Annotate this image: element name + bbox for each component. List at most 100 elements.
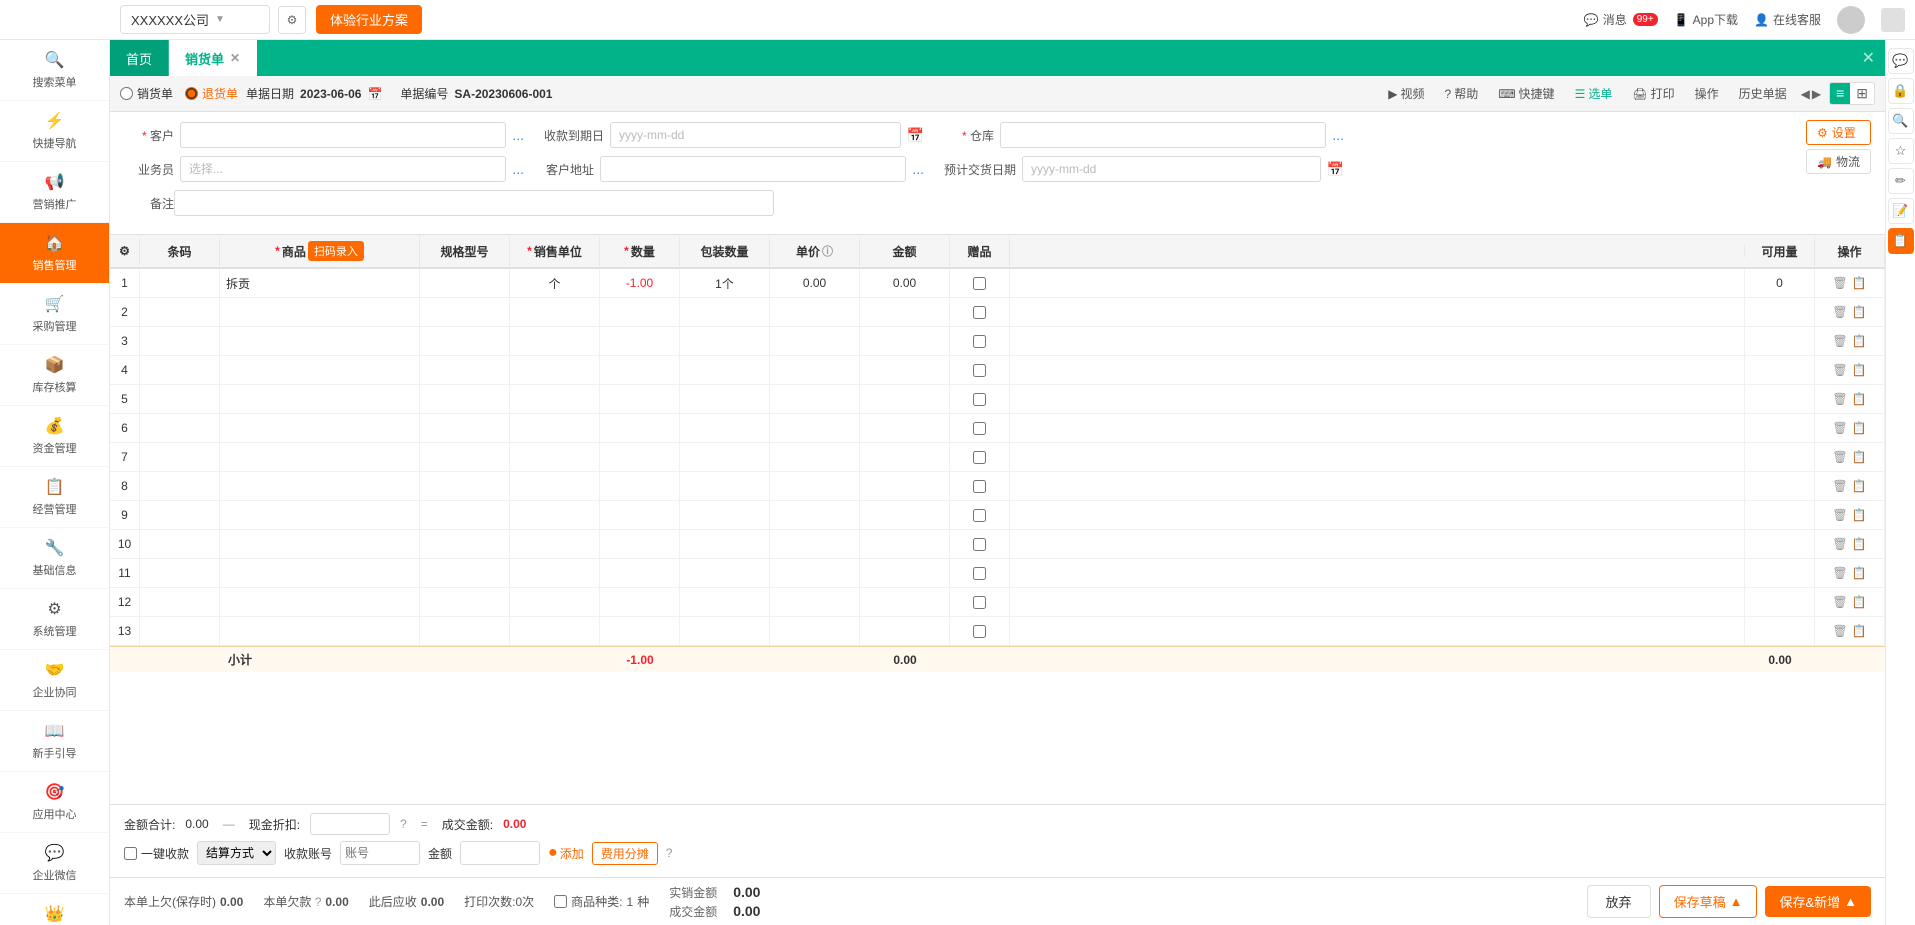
delivery-date-calendar-icon[interactable]: 📅	[1327, 161, 1344, 178]
copy-row-icon[interactable]: 📋	[1852, 566, 1867, 580]
delivery-date-input[interactable]	[1022, 156, 1321, 182]
next-icon[interactable]: ▶	[1812, 87, 1821, 101]
copy-row-icon[interactable]: 📋	[1852, 537, 1867, 551]
grid-view-btn[interactable]: ⊞	[1850, 83, 1874, 104]
row-gift[interactable]	[950, 501, 1010, 529]
delete-row-icon[interactable]: 🗑	[1832, 450, 1847, 464]
gift-checkbox[interactable]	[973, 596, 986, 609]
float-btn-7[interactable]: 📋	[1888, 228, 1914, 254]
row-gift[interactable]	[950, 298, 1010, 326]
tab-sales-order[interactable]: 销货单 ✕	[169, 40, 257, 76]
delete-row-icon[interactable]: 🗑	[1832, 276, 1847, 290]
row-gift[interactable]	[950, 559, 1010, 587]
sidebar-item-finance[interactable]: 💰 资金管理	[0, 406, 109, 467]
row-gift[interactable]	[950, 356, 1010, 384]
float-btn-1[interactable]: 💬	[1888, 48, 1914, 74]
row-gift[interactable]	[950, 617, 1010, 645]
abandon-btn[interactable]: 放弃	[1587, 885, 1651, 918]
gift-checkbox[interactable]	[973, 364, 986, 377]
sidebar-item-marketing[interactable]: 📢 营销推广	[0, 162, 109, 223]
operate-btn[interactable]: 操作	[1689, 82, 1725, 105]
history-btn[interactable]: 历史单据	[1733, 82, 1793, 105]
company-selector[interactable]: XXXXXX公司 ▼	[120, 5, 270, 34]
float-btn-3[interactable]: 🔍	[1888, 108, 1914, 134]
video-btn[interactable]: ▶ 视频	[1382, 82, 1430, 105]
scan-btn[interactable]: 扫码录入	[308, 241, 364, 261]
return-order-radio[interactable]: 退货单	[185, 85, 238, 102]
row-gift[interactable]	[950, 385, 1010, 413]
copy-row-icon[interactable]: 📋	[1852, 421, 1867, 435]
copy-row-icon[interactable]: 📋	[1852, 276, 1867, 290]
warehouse-dots[interactable]: ...	[1332, 127, 1344, 143]
shortcut-btn[interactable]: ⌨ 快捷键	[1492, 82, 1560, 105]
tab-home[interactable]: 首页	[110, 40, 169, 76]
copy-row-icon[interactable]: 📋	[1852, 363, 1867, 377]
tab-close-window[interactable]: ✕	[1862, 48, 1875, 68]
copy-row-icon[interactable]: 📋	[1852, 624, 1867, 638]
gift-checkbox[interactable]	[973, 306, 986, 319]
salesperson-dots[interactable]: ...	[512, 161, 524, 177]
customer-address-input[interactable]	[600, 156, 906, 182]
print-btn[interactable]: 🖨 打印	[1626, 82, 1680, 105]
copy-row-icon[interactable]: 📋	[1852, 305, 1867, 319]
due-date-input[interactable]	[610, 122, 901, 148]
delete-row-icon[interactable]: 🗑	[1832, 421, 1847, 435]
delete-row-icon[interactable]: 🗑	[1832, 334, 1847, 348]
sidebar-item-sales[interactable]: 🏠 销售管理	[0, 223, 109, 284]
delete-row-icon[interactable]: 🗑	[1832, 479, 1847, 493]
copy-row-icon[interactable]: 📋	[1852, 508, 1867, 522]
logistics-btn[interactable]: 🚚 物流	[1806, 149, 1871, 174]
product-type-checkbox[interactable]	[554, 895, 567, 908]
gift-checkbox[interactable]	[973, 567, 986, 580]
save-new-btn[interactable]: 保存&新增 ▲	[1765, 886, 1871, 917]
sidebar-item-member[interactable]: 👑 畅会员	[0, 894, 109, 925]
delete-row-icon[interactable]: 🗑	[1832, 566, 1847, 580]
app-download-button[interactable]: 📱 App下载	[1674, 11, 1738, 28]
delete-row-icon[interactable]: 🗑	[1832, 595, 1847, 609]
row-gift[interactable]	[950, 588, 1010, 616]
row-gift[interactable]	[950, 472, 1010, 500]
online-service-button[interactable]: 👤 在线客服	[1754, 11, 1821, 28]
row-gift[interactable]	[950, 414, 1010, 442]
save-draft-btn[interactable]: 保存草稿 ▲	[1659, 885, 1758, 918]
copy-row-icon[interactable]: 📋	[1852, 595, 1867, 609]
address-dots[interactable]: ...	[912, 161, 924, 177]
delete-row-icon[interactable]: 🗑	[1832, 624, 1847, 638]
settings-btn[interactable]: ⚙ 设置	[1806, 120, 1871, 145]
settings-icon[interactable]: ⚙	[278, 6, 306, 34]
sidebar-item-search[interactable]: 🔍 搜索菜单	[0, 40, 109, 101]
sidebar-item-inventory[interactable]: 📦 库存核算	[0, 345, 109, 406]
row-gift[interactable]	[950, 530, 1010, 558]
sidebar-item-collab[interactable]: 🤝 企业协同	[0, 650, 109, 711]
sidebar-item-basic-info[interactable]: 🔧 基础信息	[0, 528, 109, 589]
help-btn[interactable]: ? 帮助	[1439, 82, 1485, 105]
delete-row-icon[interactable]: 🗑	[1832, 537, 1847, 551]
calendar-icon[interactable]: 📅	[367, 87, 382, 101]
return-order-radio-input[interactable]	[185, 87, 198, 100]
trial-button[interactable]: 体验行业方案	[316, 5, 422, 34]
customer-input[interactable]	[180, 122, 506, 148]
delete-row-icon[interactable]: 🗑	[1832, 392, 1847, 406]
sale-order-radio[interactable]: 销货单	[120, 85, 173, 102]
one-click-pay-checkbox[interactable]: 一键收款	[124, 845, 189, 862]
sidebar-item-guide[interactable]: 📖 新手引导	[0, 711, 109, 772]
customer-dots[interactable]: ...	[512, 127, 524, 143]
prev-icon[interactable]: ◀	[1801, 87, 1810, 101]
settlement-method-select[interactable]: 结算方式	[197, 841, 276, 865]
warehouse-input[interactable]: 建材仓	[1000, 122, 1326, 148]
expense-btn[interactable]: 费用分摊	[592, 842, 658, 865]
one-click-pay-input[interactable]	[124, 847, 137, 860]
notes-input[interactable]	[174, 190, 774, 216]
account-input[interactable]	[340, 841, 420, 865]
gift-checkbox[interactable]	[973, 422, 986, 435]
float-btn-6[interactable]: 📝	[1888, 198, 1914, 224]
sidebar-item-apps[interactable]: 🎯 应用中心	[0, 772, 109, 833]
message-button[interactable]: 💬 消息 99+	[1584, 11, 1658, 28]
sidebar-item-system[interactable]: ⚙ 系统管理	[0, 589, 109, 650]
float-btn-4[interactable]: ☆	[1888, 138, 1914, 164]
cash-discount-input[interactable]	[310, 813, 390, 835]
row-gift[interactable]	[950, 443, 1010, 471]
row-gift[interactable]	[950, 269, 1010, 297]
payment-amount-input[interactable]	[460, 841, 540, 865]
sidebar-item-purchase[interactable]: 🛒 采购管理	[0, 284, 109, 345]
